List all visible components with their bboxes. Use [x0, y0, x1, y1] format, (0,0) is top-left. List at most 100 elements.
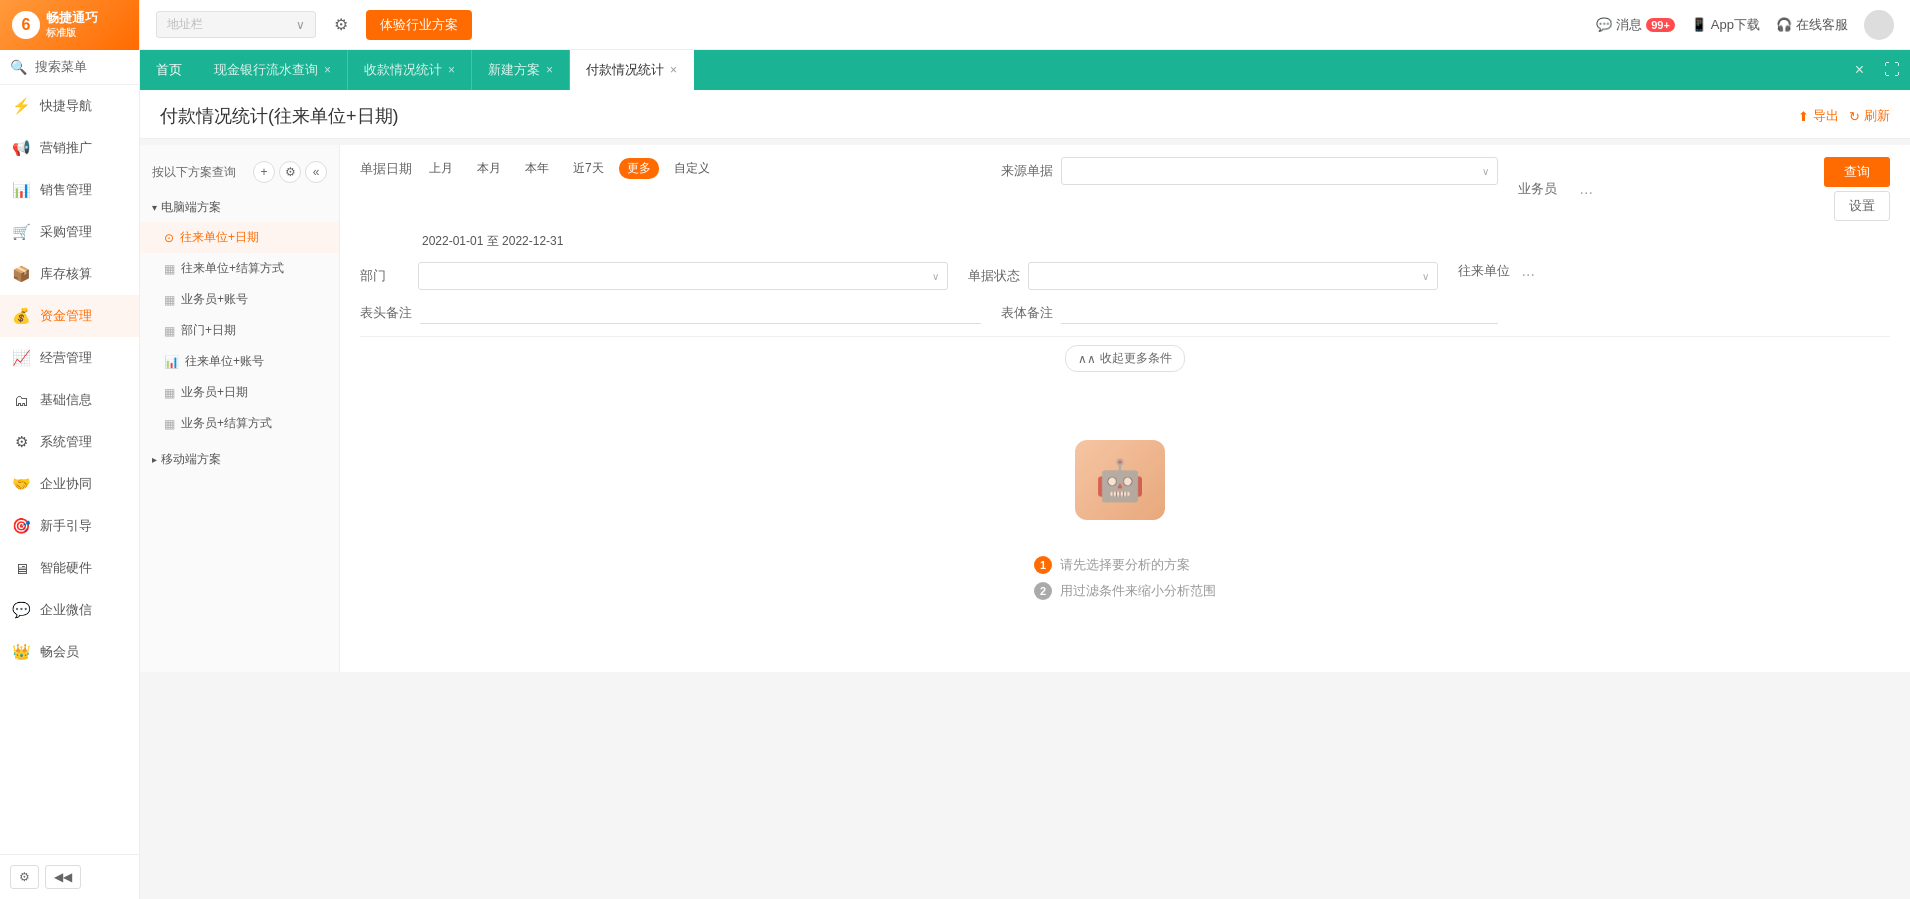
- scheme-item-staff-settle[interactable]: ▦ 业务员+结算方式: [140, 408, 339, 439]
- online-service-button[interactable]: 🎧 在线客服: [1776, 16, 1848, 34]
- address-bar[interactable]: 地址栏 ∨: [156, 11, 316, 38]
- settings-button[interactable]: 设置: [1834, 191, 1890, 221]
- dept-arrow-icon: ∨: [932, 271, 939, 282]
- sidebar-item-label-hardware: 智能硬件: [40, 559, 92, 577]
- collapse-button[interactable]: ∧∧ 收起更多条件: [1065, 345, 1185, 372]
- scheme-item-staff-date[interactable]: ▦ 业务员+日期: [140, 377, 339, 408]
- sidebar: 6 畅捷通巧 标准版 🔍 搜索菜单 ⚡ 快捷导航 📢 营销推广 📊 销售管理 🛒…: [0, 0, 140, 899]
- source-doc-select[interactable]: ∨: [1061, 157, 1498, 185]
- filter-row-dept: 部门 ∨ 单据状态 ∨ 往来单位: [360, 262, 1890, 290]
- message-label: 消息: [1616, 16, 1642, 34]
- sidebar-item-capital[interactable]: 💰 资金管理: [0, 295, 139, 337]
- sidebar-item-marketing[interactable]: 📢 营销推广: [0, 127, 139, 169]
- refresh-button[interactable]: ↻ 刷新: [1849, 107, 1890, 125]
- date-tag-last-month[interactable]: 上月: [420, 157, 462, 180]
- scheme-collapse-button[interactable]: «: [305, 161, 327, 183]
- query-button[interactable]: 查询: [1824, 157, 1890, 187]
- tab-cash-flow-close[interactable]: ×: [324, 64, 331, 76]
- sidebar-item-system[interactable]: ⚙ 系统管理: [0, 421, 139, 463]
- sidebar-icon-hardware: 🖥: [10, 557, 32, 579]
- sidebar-item-label-quick-nav: 快捷导航: [40, 97, 92, 115]
- sidebar-header-text: 畅捷通巧 标准版: [46, 10, 98, 40]
- scheme-item-dept-date[interactable]: ▦ 部门+日期: [140, 315, 339, 346]
- topbar-settings-button[interactable]: ⚙: [326, 10, 356, 40]
- sidebar-item-label-basic: 基础信息: [40, 391, 92, 409]
- date-tag-this-year[interactable]: 本年: [516, 157, 558, 180]
- trial-button[interactable]: 体验行业方案: [366, 10, 472, 40]
- sidebar-item-guide[interactable]: 🎯 新手引导: [0, 505, 139, 547]
- sidebar-search[interactable]: 🔍 搜索菜单: [0, 50, 139, 85]
- sidebar-item-member[interactable]: 👑 畅会员: [0, 631, 139, 673]
- scheme-sidebar: 按以下方案查询 + ⚙ « ▾ 电脑端方案 ⊙ 往来单位+日: [140, 145, 340, 672]
- tab-home[interactable]: 首页: [140, 50, 198, 90]
- date-tag-7days[interactable]: 近7天: [564, 157, 613, 180]
- scheme-item-label: 往来单位+账号: [185, 353, 264, 370]
- sidebar-item-quick-nav[interactable]: ⚡ 快捷导航: [0, 85, 139, 127]
- date-value-row: 2022-01-01 至 2022-12-31: [360, 233, 1890, 250]
- date-tag-more[interactable]: 更多: [619, 158, 659, 179]
- tab-receipt-stats-label: 收款情况统计: [364, 61, 442, 79]
- tab-fullscreen-button[interactable]: ⛶: [1874, 50, 1910, 90]
- export-button[interactable]: ⬆ 导出: [1798, 107, 1839, 125]
- scheme-item-unit-account[interactable]: 📊 往来单位+账号: [140, 346, 339, 377]
- search-icon: 🔍: [10, 59, 27, 75]
- scheme-item-unit-date[interactable]: ⊙ 往来单位+日期: [140, 222, 339, 253]
- scheme-item-staff-account[interactable]: ▦ 业务员+账号: [140, 284, 339, 315]
- scheme-add-button[interactable]: +: [253, 161, 275, 183]
- sidebar-item-enterprise[interactable]: 🤝 企业协同: [0, 463, 139, 505]
- collapse-arrow-icon: ∧∧: [1078, 352, 1096, 366]
- sidebar-item-hardware[interactable]: 🖥 智能硬件: [0, 547, 139, 589]
- tab-receipt-stats[interactable]: 收款情况统计 ×: [348, 50, 472, 90]
- export-icon: ⬆: [1798, 109, 1809, 124]
- date-tag-custom[interactable]: 自定义: [665, 157, 719, 180]
- scheme-table-icon4: ▦: [164, 386, 175, 400]
- app-download-button[interactable]: 📱 App下载: [1691, 16, 1760, 34]
- doc-status-select[interactable]: ∨: [1028, 262, 1438, 290]
- tab-new-scheme-close[interactable]: ×: [546, 64, 553, 76]
- sidebar-item-label-system: 系统管理: [40, 433, 92, 451]
- sidebar-icon-enterprise: 🤝: [10, 473, 32, 495]
- sidebar-item-inventory[interactable]: 📦 库存核算: [0, 253, 139, 295]
- sidebar-item-wechat[interactable]: 💬 企业微信: [0, 589, 139, 631]
- sidebar-collapse-button[interactable]: ◀◀: [45, 865, 81, 889]
- sidebar-item-purchase[interactable]: 🛒 采购管理: [0, 211, 139, 253]
- staff-dots[interactable]: ...: [1576, 180, 1597, 198]
- tab-payment-stats[interactable]: 付款情况统计 ×: [570, 50, 694, 90]
- sidebar-item-basic[interactable]: 🗂 基础信息: [0, 379, 139, 421]
- body-remark-input[interactable]: [1061, 302, 1498, 324]
- tab-new-scheme[interactable]: 新建方案 ×: [472, 50, 570, 90]
- user-avatar[interactable]: [1864, 10, 1894, 40]
- page-content: 付款情况统计(往来单位+日期) ⬆ 导出 ↻ 刷新 按以下方案查询: [140, 90, 1910, 899]
- page-header: 付款情况统计(往来单位+日期) ⬆ 导出 ↻ 刷新: [140, 90, 1910, 139]
- scheme-section-mobile[interactable]: ▸ 移动端方案: [140, 445, 339, 474]
- scheme-section-desktop[interactable]: ▾ 电脑端方案: [140, 193, 339, 222]
- doc-status-label: 单据状态: [968, 267, 1020, 285]
- tab-receipt-stats-close[interactable]: ×: [448, 64, 455, 76]
- empty-tips: 1 请先选择要分析的方案 2 用过滤条件来缩小分析范围: [1034, 556, 1216, 600]
- sidebar-item-sales[interactable]: 📊 销售管理: [0, 169, 139, 211]
- page-header-actions: ⬆ 导出 ↻ 刷新: [1798, 107, 1890, 125]
- scheme-item-unit-settle[interactable]: ▦ 往来单位+结算方式: [140, 253, 339, 284]
- tab-cash-flow[interactable]: 现金银行流水查询 ×: [198, 50, 348, 90]
- scheme-header-icons: + ⚙ «: [253, 161, 327, 183]
- sidebar-item-operation[interactable]: 📈 经营管理: [0, 337, 139, 379]
- date-tag-this-month[interactable]: 本月: [468, 157, 510, 180]
- date-label: 单据日期: [360, 160, 412, 178]
- source-doc-field: 来源单据 ∨: [1001, 157, 1498, 185]
- collapse-bar: ∧∧ 收起更多条件: [360, 336, 1890, 380]
- body-remark-label: 表体备注: [1001, 304, 1053, 322]
- empty-robot-icon: [1075, 440, 1165, 520]
- tab-close-all-button[interactable]: ×: [1845, 50, 1874, 90]
- tab-payment-stats-close[interactable]: ×: [670, 64, 677, 76]
- head-remark-input[interactable]: [420, 302, 981, 324]
- sidebar-icon-basic: 🗂: [10, 389, 32, 411]
- collapse-label: 收起更多条件: [1100, 350, 1172, 367]
- dept-select[interactable]: ∨: [418, 262, 948, 290]
- message-icon: 💬: [1596, 17, 1612, 32]
- scheme-settings-button[interactable]: ⚙: [279, 161, 301, 183]
- message-button[interactable]: 💬 消息 99+: [1596, 16, 1675, 34]
- online-service-label: 在线客服: [1796, 16, 1848, 34]
- refresh-label: 刷新: [1864, 107, 1890, 125]
- sidebar-settings-button[interactable]: ⚙: [10, 865, 39, 889]
- unit-dots[interactable]: ...: [1518, 262, 1539, 280]
